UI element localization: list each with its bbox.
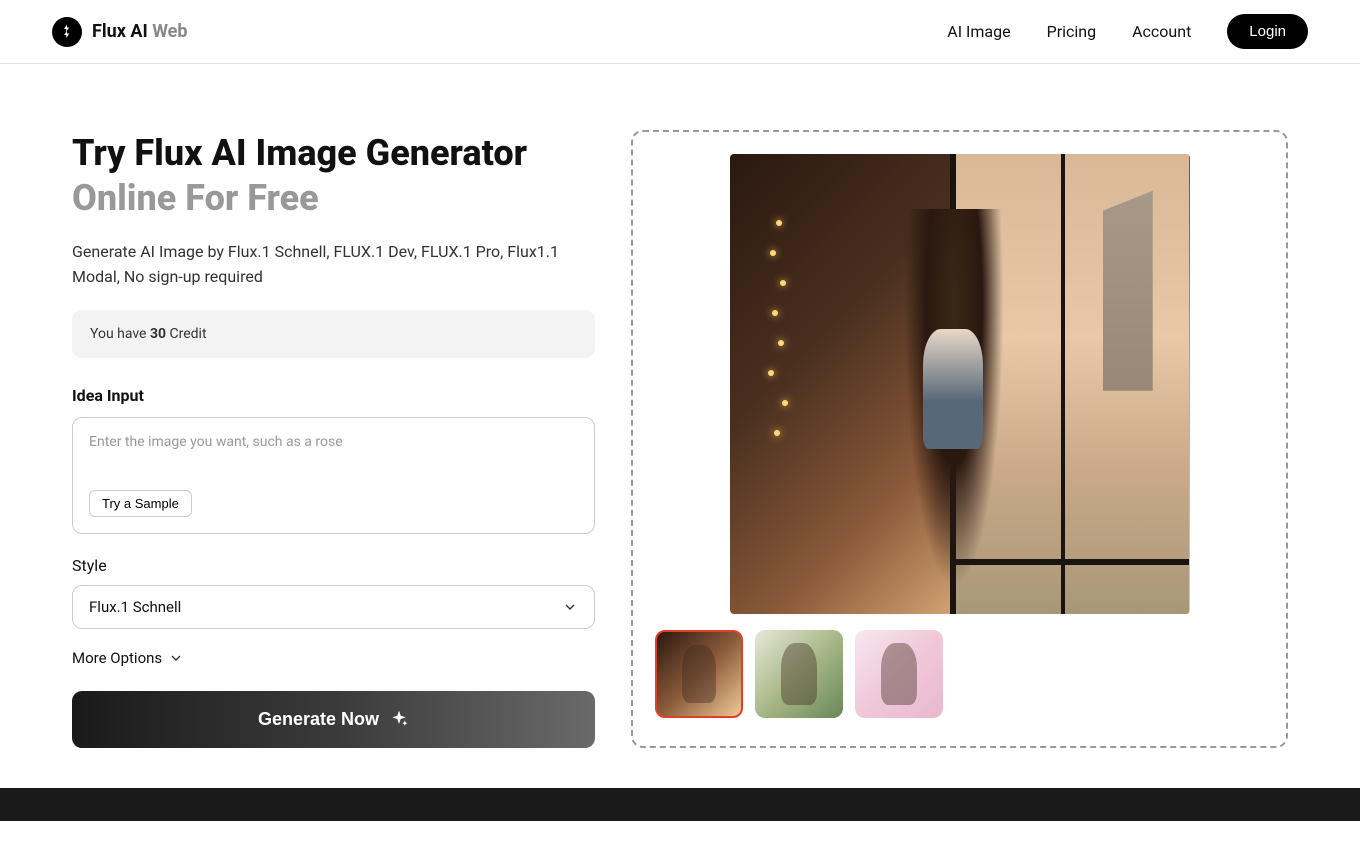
sparkle-icon [389,709,409,729]
page-desc: Generate AI Image by Flux.1 Schnell, FLU… [72,239,595,290]
style-label: Style [72,556,595,575]
generate-button-label: Generate Now [258,709,379,730]
header: Flux AI Web AI Image Pricing Account Log… [0,0,1360,64]
idea-input-label: Idea Input [72,386,595,405]
thumbnail-3[interactable] [855,630,943,718]
idea-input[interactable] [89,434,578,474]
nav-ai-image[interactable]: AI Image [947,22,1010,41]
main: Try Flux AI Image Generator Online For F… [0,64,1360,788]
generate-button[interactable]: Generate Now [72,691,595,748]
login-button[interactable]: Login [1227,14,1308,49]
try-sample-button[interactable]: Try a Sample [89,490,192,517]
thumbnail-2[interactable] [755,630,843,718]
chevron-down-icon [562,599,578,615]
credit-prefix: You have [90,326,150,342]
chevron-down-icon [168,650,184,666]
nav: AI Image Pricing Account Login [947,14,1308,49]
credit-amount: 30 [150,326,166,342]
footer [0,788,1360,821]
logo[interactable]: Flux AI Web [52,17,188,47]
style-selected-value: Flux.1 Schnell [89,598,181,616]
more-options-label: More Options [72,649,162,667]
logo-text: Flux AI Web [92,21,188,42]
page-subtitle: Online For Free [72,177,595,219]
credit-box: You have 30 Credit [72,310,595,358]
idea-input-container: Try a Sample [72,417,595,534]
left-panel: Try Flux AI Image Generator Online For F… [72,130,595,748]
main-preview-image [730,154,1190,614]
credit-suffix: Credit [166,326,207,342]
thumbnail-1[interactable] [655,630,743,718]
more-options-toggle[interactable]: More Options [72,649,595,667]
thumbnail-row [655,630,943,718]
nav-pricing[interactable]: Pricing [1047,22,1097,41]
style-select[interactable]: Flux.1 Schnell [72,585,595,629]
logo-icon [52,17,82,47]
page-title: Try Flux AI Image Generator [72,130,595,177]
gallery-panel [631,130,1288,748]
nav-account[interactable]: Account [1132,22,1191,41]
